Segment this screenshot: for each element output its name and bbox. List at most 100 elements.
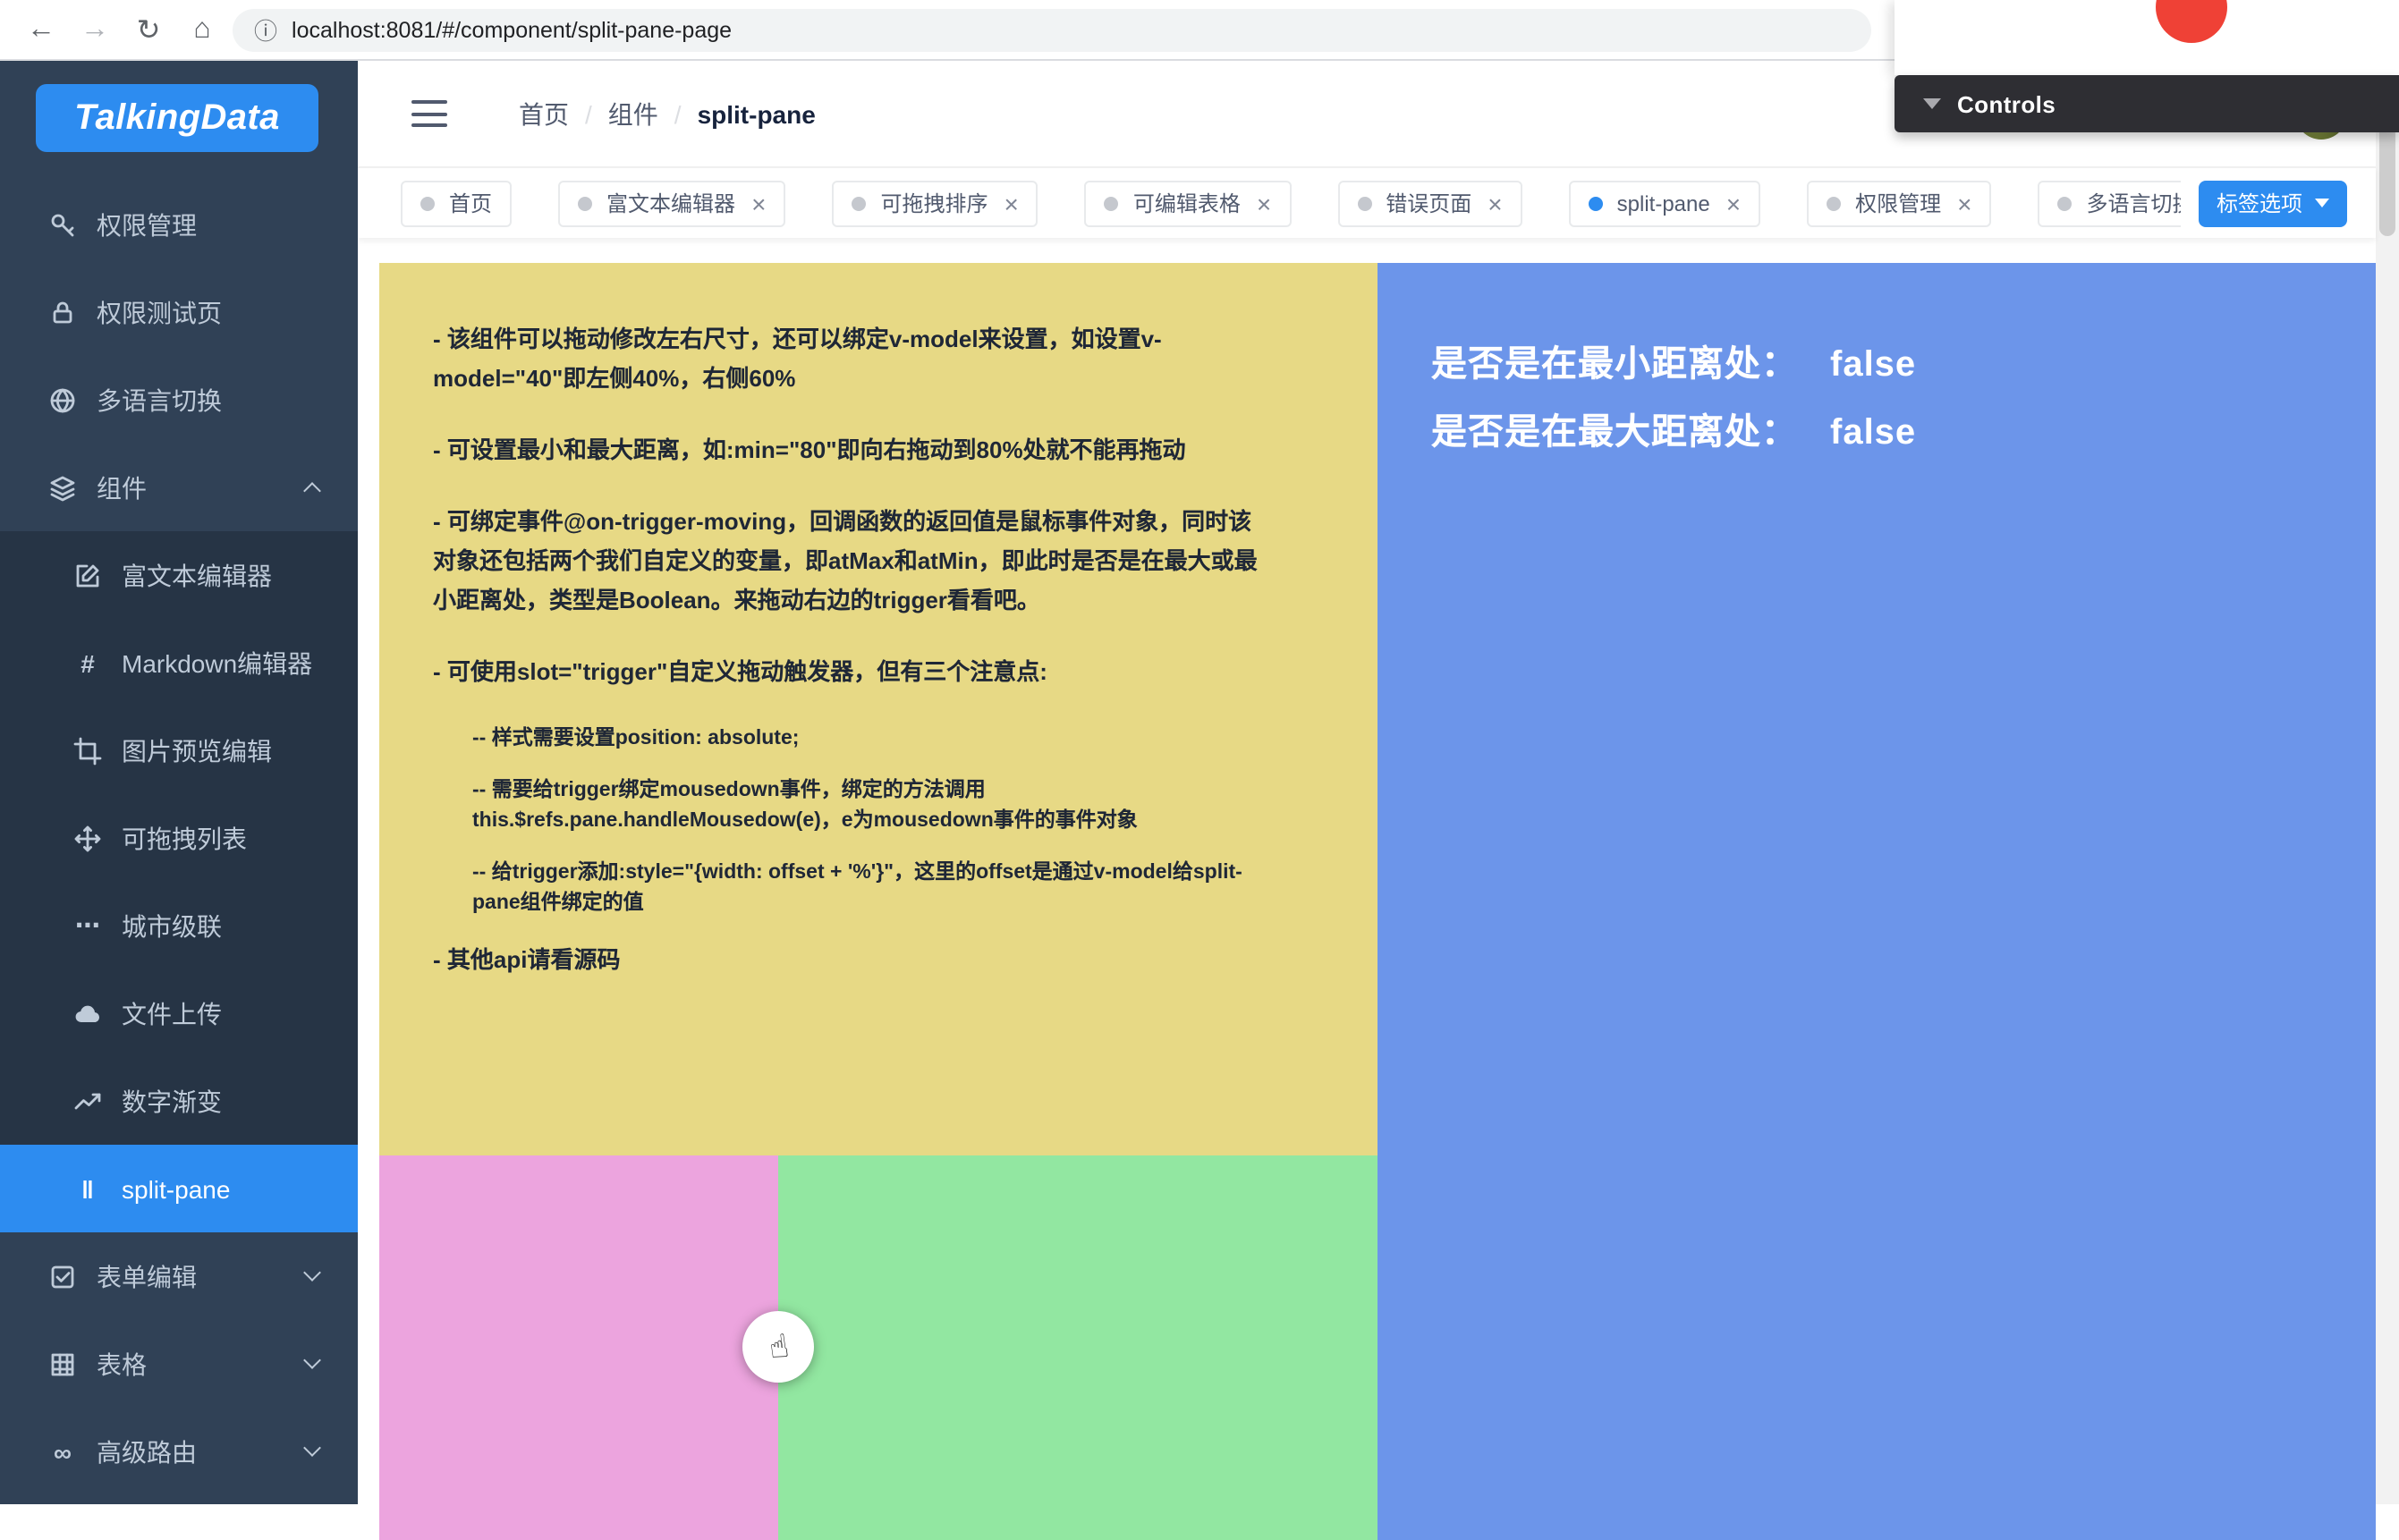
infinity-icon: ∞ xyxy=(54,1437,72,1466)
close-icon[interactable]: × xyxy=(1726,190,1741,216)
sidebar-item-label: 文件上传 xyxy=(122,999,222,1028)
sidebar-item-form-edit[interactable]: 表单编辑 xyxy=(0,1232,358,1320)
sidebar-collapse-icon[interactable] xyxy=(411,100,447,135)
breadcrumb-separator: / xyxy=(674,100,682,129)
app-logo[interactable]: TalkingData xyxy=(36,84,318,152)
tag-split-pane[interactable]: split-pane × xyxy=(1568,180,1761,226)
tag-label: 权限管理 xyxy=(1855,191,1942,216)
crop-icon xyxy=(72,734,104,766)
controls-bar[interactable]: Controls xyxy=(1895,75,2399,132)
tag-label: 错误页面 xyxy=(1386,191,1472,216)
doc-sub-paragraph: -- 样式需要设置position: absolute; xyxy=(472,728,800,749)
split-pane-right-pane: 是否是在最小距离处： false 是否是在最大距离处： false xyxy=(1378,263,2376,1540)
tag-dot-icon xyxy=(1827,196,1842,210)
key-icon xyxy=(47,208,79,241)
tag-dot-icon xyxy=(578,196,593,210)
tag-label: 首页 xyxy=(449,191,493,216)
sidebar-item-file-upload[interactable]: 文件上传 xyxy=(0,969,358,1057)
sidebar-item-label: 城市级联 xyxy=(122,911,222,940)
hand-cursor-icon: ☝ xyxy=(766,1326,791,1366)
browser-back-icon[interactable]: ← xyxy=(18,6,64,53)
main-content: - 该组件可以拖动修改左右尺寸，还可以绑定v-model来设置，如设置v-mod… xyxy=(358,238,2376,1540)
sidebar-item-city-cascade[interactable]: ⋯ 城市级联 xyxy=(0,882,358,969)
edit-icon xyxy=(72,559,104,591)
page-scrollbar[interactable] xyxy=(2376,61,2399,1504)
sidebar-item-table[interactable]: 表格 xyxy=(0,1320,358,1408)
sidebar-item-label: 可拖拽列表 xyxy=(122,824,247,852)
sidebar-item-advanced-router[interactable]: ∞ 高级路由 xyxy=(0,1408,358,1495)
at-min-value: false xyxy=(1830,345,1917,385)
site-info-icon[interactable]: ⓘ xyxy=(254,13,277,47)
sidebar-item-i18n[interactable]: 多语言切换 xyxy=(0,356,358,444)
tag-rich-text-editor[interactable]: 富文本编辑器 × xyxy=(558,180,786,226)
tag-permission-management[interactable]: 权限管理 × xyxy=(1807,180,1992,226)
breadcrumb-separator: / xyxy=(585,100,592,129)
move-icon xyxy=(72,822,104,854)
tag-options-label: 标签选项 xyxy=(2216,191,2302,216)
tag-home[interactable]: 首页 xyxy=(401,180,513,226)
close-icon[interactable]: × xyxy=(1957,190,1971,216)
browser-forward-icon[interactable]: → xyxy=(72,6,118,53)
close-icon[interactable]: × xyxy=(1004,190,1018,216)
breadcrumb-section[interactable]: 组件 xyxy=(608,97,658,132)
tag-label: 可编辑表格 xyxy=(1132,191,1241,216)
close-icon[interactable]: × xyxy=(1488,190,1502,216)
tag-editable-table[interactable]: 可编辑表格 × xyxy=(1084,180,1292,226)
sidebar-item-label: 组件 xyxy=(97,473,147,502)
sidebar-menu: 权限管理 权限测试页 多语言切换 组件 富文本编辑器 # Markdown编辑器… xyxy=(0,181,358,1495)
doc-sub-paragraph: -- 需要给trigger绑定mousedown事件，绑定的方法调用 this.… xyxy=(472,780,1138,832)
tag-options-button[interactable]: 标签选项 xyxy=(2198,180,2347,226)
browser-home-icon[interactable]: ⌂ xyxy=(179,6,225,53)
breadcrumb-home[interactable]: 首页 xyxy=(519,97,569,132)
tag-dot-icon xyxy=(1588,196,1603,210)
chevron-down-icon xyxy=(303,1264,321,1282)
at-min-status: 是否是在最小距离处： false xyxy=(1431,334,2376,386)
sidebar-item-label: split-pane xyxy=(122,1174,231,1203)
doc-paragraph: - 该组件可以拖动修改左右尺寸，还可以绑定v-model来设置，如设置v-mod… xyxy=(433,326,1162,392)
doc-paragraph: - 其他api请看源码 xyxy=(433,946,621,973)
tag-dot-icon xyxy=(2057,196,2073,210)
tag-label: 可拖拽排序 xyxy=(880,191,988,216)
sidebar-item-split-pane[interactable]: ‖ split-pane xyxy=(0,1145,358,1232)
layers-icon xyxy=(47,471,79,503)
tag-dot-icon xyxy=(1104,196,1119,210)
caret-down-icon xyxy=(1923,98,1941,109)
browser-reload-icon[interactable]: ↻ xyxy=(125,6,172,53)
close-icon[interactable]: × xyxy=(751,190,766,216)
sidebar-item-label: 表格 xyxy=(97,1350,147,1378)
sidebar-item-rich-text-editor[interactable]: 富文本编辑器 xyxy=(0,531,358,619)
sidebar-item-draggable-list[interactable]: 可拖拽列表 xyxy=(0,794,358,882)
chevron-down-icon xyxy=(303,1439,321,1457)
chevron-up-icon xyxy=(303,482,321,500)
close-icon[interactable]: × xyxy=(1257,190,1271,216)
tag-error-page[interactable]: 错误页面 × xyxy=(1337,180,1522,226)
sidebar-item-permission-test[interactable]: 权限测试页 xyxy=(0,268,358,356)
at-min-label: 是否是在最小距离处： xyxy=(1431,345,1798,385)
tag-label: split-pane xyxy=(1616,190,1710,216)
sidebar-item-label: 多语言切换 xyxy=(97,385,222,414)
sidebar-item-label: 权限测试页 xyxy=(97,298,222,326)
sidebar-item-count-to[interactable]: 数字渐变 xyxy=(0,1057,358,1145)
doc-paragraph: - 可使用slot="trigger"自定义拖动触发器，但有三个注意点: xyxy=(433,658,1047,685)
sidebar-item-image-preview-edit[interactable]: 图片预览编辑 xyxy=(0,707,358,794)
split-pane-icon: ‖ xyxy=(81,1174,94,1203)
logo-text: TalkingData xyxy=(74,97,280,137)
sidebar-item-markdown-editor[interactable]: # Markdown编辑器 xyxy=(0,619,358,707)
record-button[interactable] xyxy=(2156,0,2227,43)
controls-label: Controls xyxy=(1957,90,2056,117)
sidebar-item-permission-management[interactable]: 权限管理 xyxy=(0,181,358,268)
at-max-label: 是否是在最大距离处： xyxy=(1431,413,1798,453)
ellipsis-icon: ⋯ xyxy=(75,910,100,939)
at-max-status: 是否是在最大距离处： false xyxy=(1431,402,2376,454)
hash-icon: # xyxy=(81,648,95,677)
opened-tags-bar: 首页 富文本编辑器 × 可拖拽排序 × 可编辑表格 × 错误页面 × split… xyxy=(358,166,2376,238)
app-window: ← → ↻ ⌂ ⓘ localhost:8081/#/component/spl… xyxy=(0,0,2399,1540)
address-bar[interactable]: ⓘ localhost:8081/#/component/split-pane-… xyxy=(233,8,1871,51)
split-pane-trigger-handle[interactable]: ☝ xyxy=(742,1311,815,1383)
doc-pane: - 该组件可以拖动修改左右尺寸，还可以绑定v-model来设置，如设置v-mod… xyxy=(379,263,1378,1155)
tag-dot-icon xyxy=(1357,196,1372,210)
sidebar-item-components[interactable]: 组件 xyxy=(0,444,358,531)
sidebar-item-label: 高级路由 xyxy=(97,1437,197,1466)
tag-drag-sort[interactable]: 可拖拽排序 × xyxy=(832,180,1038,226)
sidebar-item-label: 权限管理 xyxy=(97,210,197,239)
